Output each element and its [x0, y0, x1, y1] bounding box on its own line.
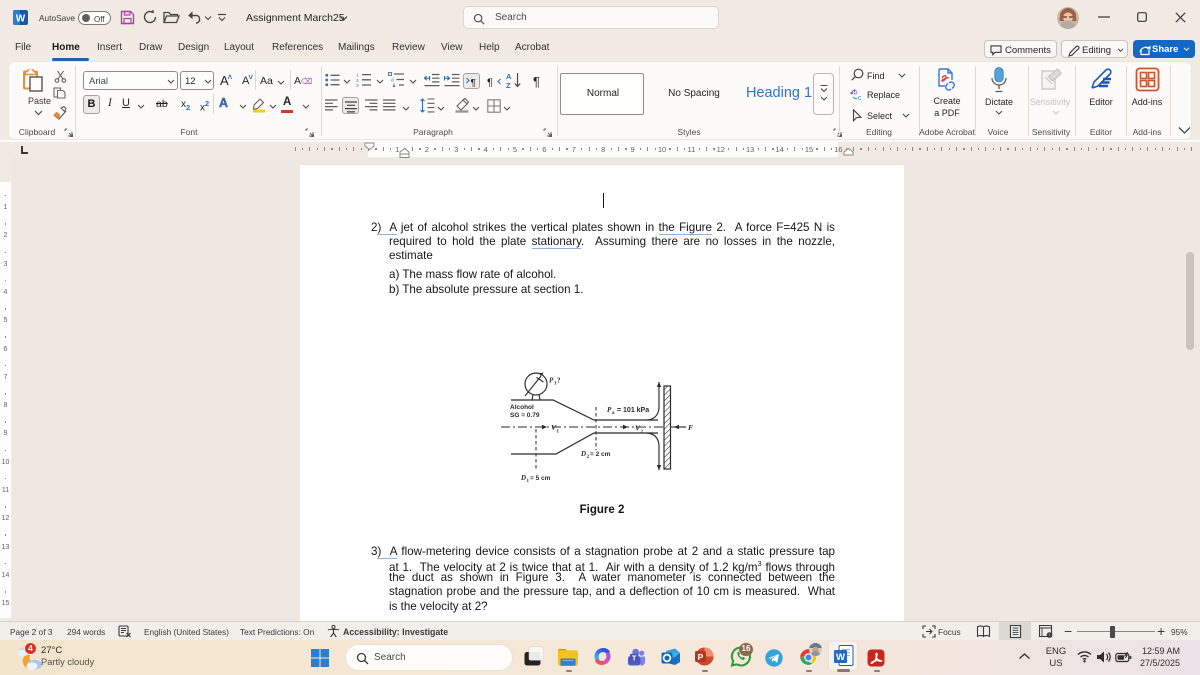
svg-text:3: 3 — [356, 83, 359, 87]
svg-text:i: i — [1049, 632, 1050, 637]
svg-text:= 2 cm: = 2 cm — [590, 451, 611, 458]
svg-text:W: W — [16, 14, 26, 25]
svg-text:T: T — [632, 653, 637, 662]
svg-text:?: ? — [557, 377, 561, 385]
svg-text:W: W — [836, 652, 845, 663]
svg-text:A: A — [506, 72, 512, 81]
svg-text:SG = 0.79: SG = 0.79 — [510, 412, 540, 419]
svg-text:a: a — [612, 411, 615, 416]
svg-text:F: F — [688, 423, 693, 432]
svg-text:D: D — [580, 450, 586, 458]
svg-text:c: c — [858, 95, 862, 101]
svg-text:1: 1 — [557, 430, 560, 435]
svg-text:D: D — [520, 474, 526, 482]
svg-text:Alcohol: Alcohol — [510, 404, 534, 411]
svg-text:a: a — [391, 78, 394, 84]
svg-text:= 101 kPa: = 101 kPa — [617, 407, 649, 414]
svg-text:¶: ¶ — [487, 77, 493, 87]
svg-text:Z: Z — [506, 81, 511, 89]
svg-text:= 5 cm: = 5 cm — [530, 475, 551, 482]
svg-text:¶: ¶ — [471, 78, 476, 87]
svg-text:2: 2 — [356, 78, 359, 84]
svg-text:P: P — [698, 652, 704, 662]
svg-text:1: 1 — [356, 73, 359, 79]
